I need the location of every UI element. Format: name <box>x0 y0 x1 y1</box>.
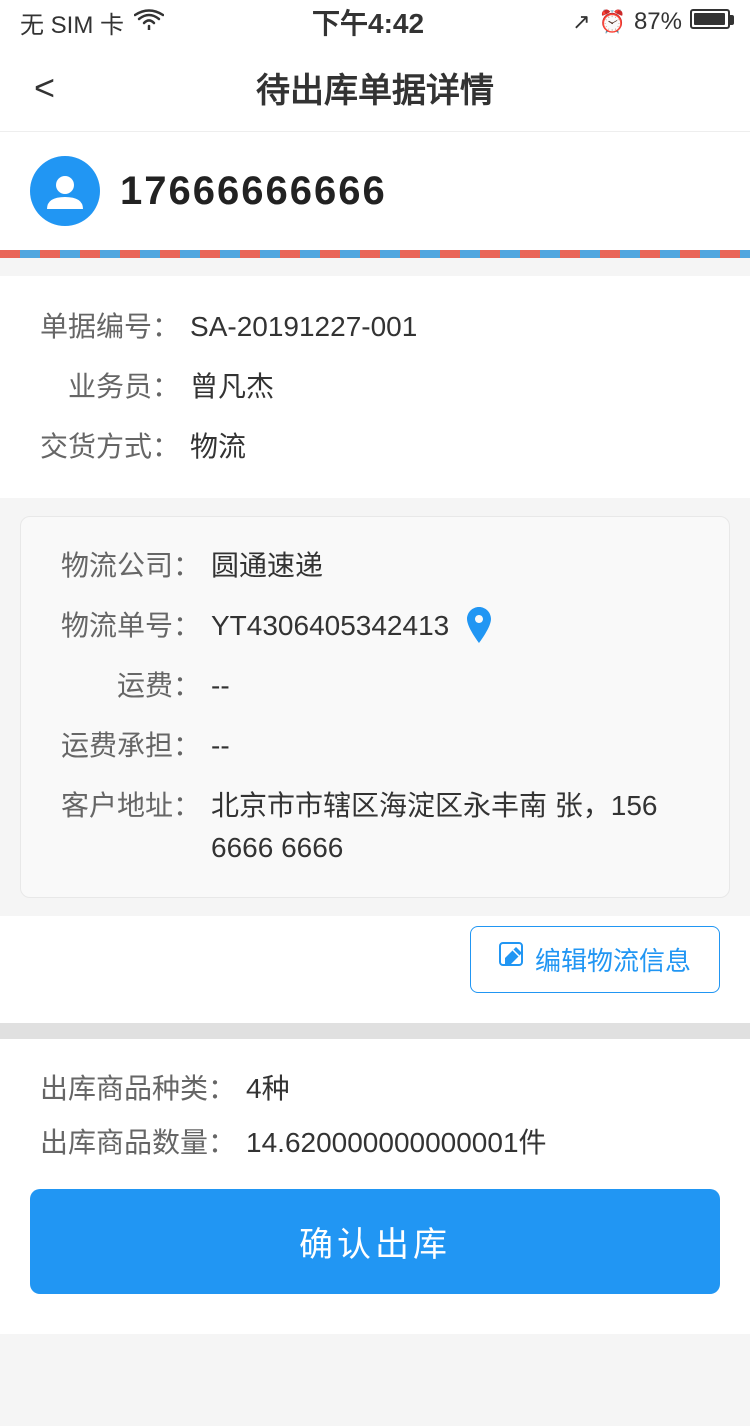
customer-phone: 17666666666 <box>120 169 387 214</box>
edit-logistics-label: 编辑物流信息 <box>535 941 691 978</box>
delivery-value: 物流 <box>190 426 710 468</box>
freight-bearer-row: 运费承担： -- <box>51 725 699 767</box>
status-bar-left: 无 SIM 卡 <box>20 5 164 40</box>
page-title: 待出库单据详情 <box>256 63 494 112</box>
freight-bearer-value: -- <box>211 725 699 767</box>
document-number-row: 单据编号： SA-20191227-001 <box>40 306 710 348</box>
battery-icon <box>690 8 730 36</box>
address-value: 北京市市辖区海淀区永丰南 张，156 6666 6666 <box>211 785 699 869</box>
freight-row: 运费： -- <box>51 665 699 707</box>
freight-bearer-label: 运费承担： <box>51 725 201 767</box>
product-type-label: 出库商品种类： <box>40 1067 236 1107</box>
status-bar: 无 SIM 卡 下午4:42 ↗ ⏰ 87% <box>0 0 750 44</box>
confirm-btn-container: 确认出库 <box>0 1169 750 1334</box>
salesperson-value: 曾凡杰 <box>190 366 710 408</box>
back-button[interactable]: < <box>24 57 65 119</box>
product-summary-section: 出库商品种类： 4种 出库商品数量： 14.620000000000001件 <box>0 1039 750 1189</box>
tracking-number-row: 物流单号： YT4306405342413 <box>51 605 699 647</box>
freight-label: 运费： <box>51 665 201 707</box>
delivery-label: 交货方式： <box>40 426 180 468</box>
logistics-section: 物流公司： 圆通速递 物流单号： YT4306405342413 运费： -- … <box>20 516 730 898</box>
section-separator <box>0 1023 750 1039</box>
location-status-icon: ↗ <box>572 9 590 35</box>
alarm-icon: ⏰ <box>599 9 626 35</box>
product-quantity-row: 出库商品数量： 14.620000000000001件 <box>40 1121 710 1161</box>
logistics-company-label: 物流公司： <box>51 545 201 587</box>
customer-header: 17666666666 <box>0 132 750 250</box>
carrier-text: 无 SIM 卡 <box>20 5 124 40</box>
address-row: 客户地址： 北京市市辖区海淀区永丰南 张，156 6666 6666 <box>51 785 699 869</box>
edit-btn-row: 编辑物流信息 <box>0 916 750 1023</box>
freight-value: -- <box>211 665 699 707</box>
document-info-section: 单据编号： SA-20191227-001 业务员： 曾凡杰 交货方式： 物流 <box>0 276 750 498</box>
product-quantity-value: 14.620000000000001件 <box>246 1121 547 1161</box>
product-quantity-label: 出库商品数量： <box>40 1121 236 1161</box>
dashed-divider <box>0 250 750 258</box>
document-number-value: SA-20191227-001 <box>190 306 710 348</box>
logistics-company-value: 圆通速递 <box>211 545 699 587</box>
map-pin-icon[interactable] <box>461 608 497 644</box>
salesperson-label: 业务员： <box>40 366 180 408</box>
logistics-company-row: 物流公司： 圆通速递 <box>51 545 699 587</box>
wifi-icon <box>134 8 164 37</box>
nav-bar: < 待出库单据详情 <box>0 44 750 132</box>
status-bar-right: ↗ ⏰ 87% <box>572 8 730 36</box>
edit-icon <box>499 942 527 977</box>
battery-text: 87% <box>634 8 682 36</box>
edit-logistics-button[interactable]: 编辑物流信息 <box>470 926 720 993</box>
confirm-outbound-button[interactable]: 确认出库 <box>30 1189 720 1294</box>
document-number-label: 单据编号： <box>40 306 180 348</box>
tracking-number-label: 物流单号： <box>51 605 201 647</box>
product-type-row: 出库商品种类： 4种 <box>40 1067 710 1107</box>
tracking-number-value: YT4306405342413 <box>211 605 699 647</box>
person-icon <box>43 169 87 213</box>
product-type-value: 4种 <box>246 1067 290 1107</box>
customer-avatar <box>30 156 100 226</box>
salesperson-row: 业务员： 曾凡杰 <box>40 366 710 408</box>
status-bar-time: 下午4:42 <box>312 2 424 42</box>
delivery-row: 交货方式： 物流 <box>40 426 710 468</box>
address-label: 客户地址： <box>51 785 201 827</box>
